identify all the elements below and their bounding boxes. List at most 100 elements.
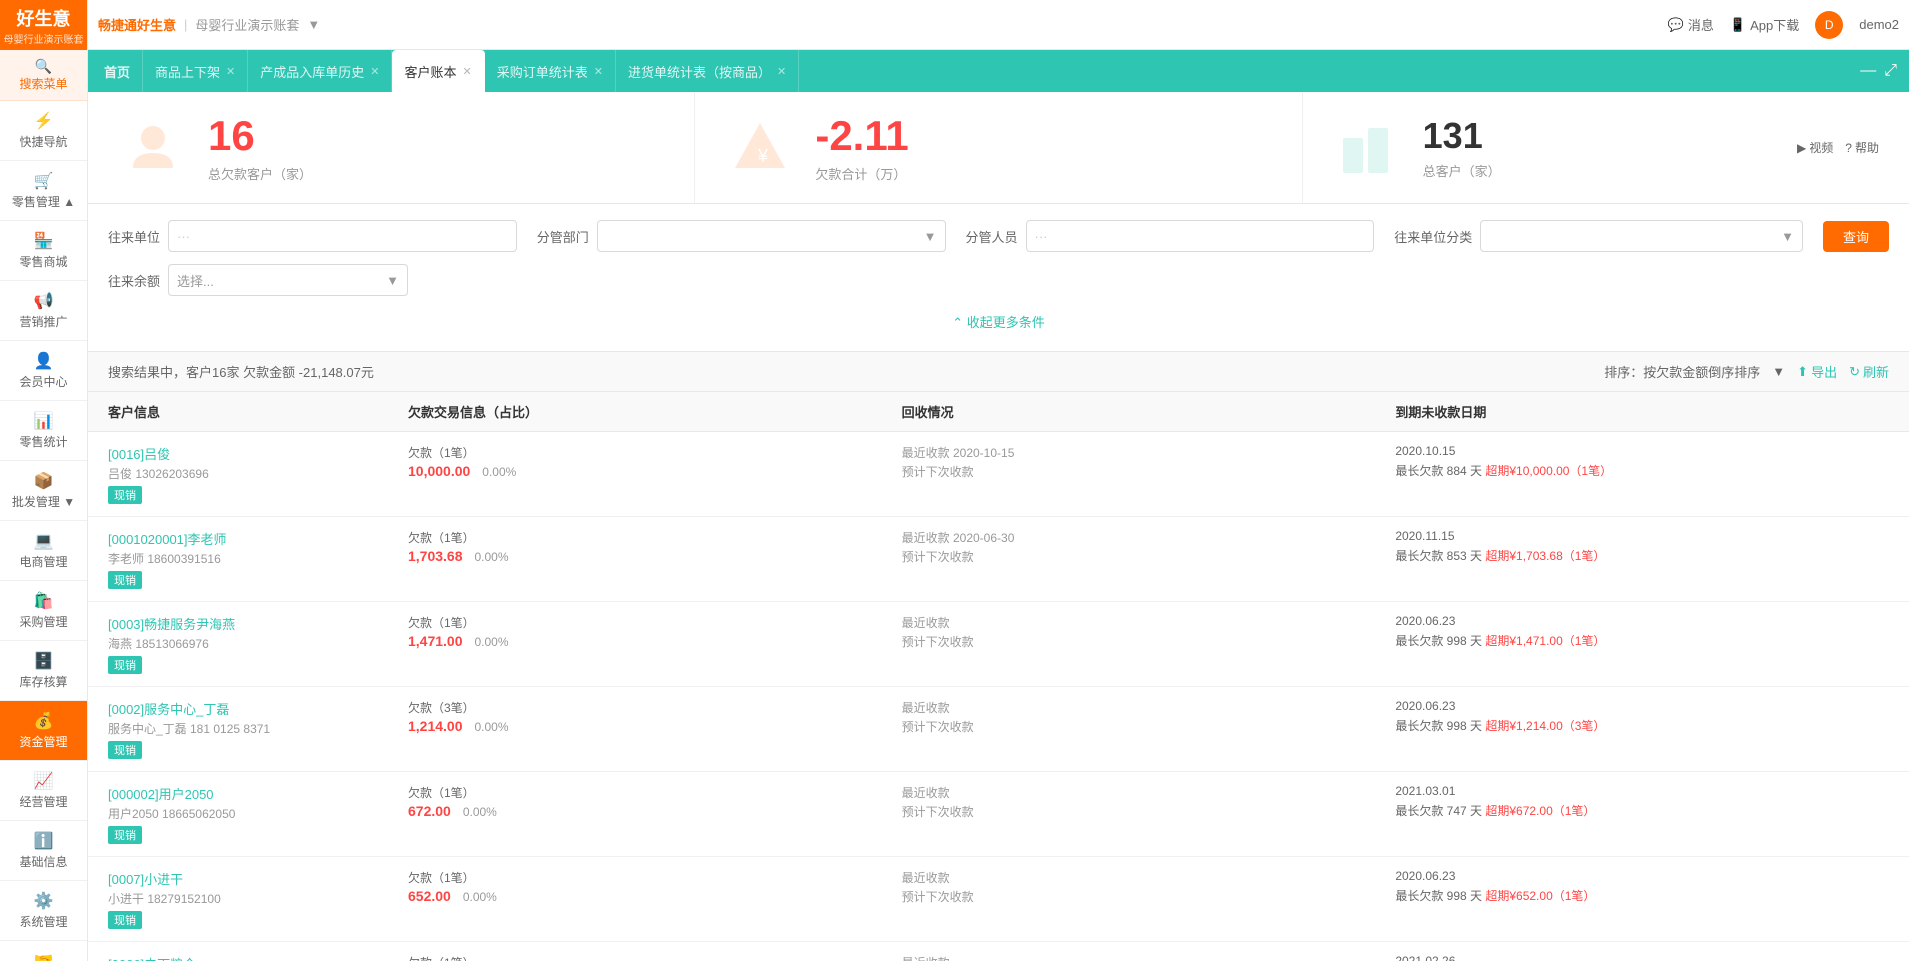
sidebar-item-system[interactable]: ⚙️ 系统管理 (0, 881, 87, 941)
sort-chevron-icon[interactable]: ▼ (1772, 364, 1785, 379)
customer-name-link[interactable]: [0001020001]李老师 (108, 529, 408, 548)
debt-customers-label: 总欠款客户（家） (208, 164, 312, 183)
dots-icon2: ··· (1035, 229, 1048, 244)
tab-production[interactable]: 产成品入库单历史 ✕ (248, 50, 392, 92)
sidebar-item-retail-stats[interactable]: 📊 零售统计 (0, 401, 87, 461)
sidebar-item-marketing[interactable]: 📢 营销推广 (0, 281, 87, 341)
debt-info: 欠款（1笔） 10,000.00 0.00% (408, 444, 902, 479)
overdue-link[interactable]: 超期¥1,214.00（3笔） (1485, 719, 1605, 733)
department-select[interactable]: ▼ (597, 220, 946, 252)
tab-goods[interactable]: 商品上下架 ✕ (143, 50, 248, 92)
recovery-info: 最近收款 预计下次收款 (902, 869, 1396, 905)
filter-department: 分管部门 ▼ (537, 220, 946, 252)
tab-customer[interactable]: 客户账本 ✕ (392, 50, 484, 92)
col-due-date: 到期未收款日期 (1395, 402, 1889, 421)
retail-manage-icon: 🛒 (0, 171, 87, 191)
maximize-btn[interactable]: ⤢ (1884, 62, 1897, 80)
export-btn[interactable]: ⬆ 导出 (1797, 362, 1837, 381)
sidebar-item-members[interactable]: 👤 会员中心 (0, 341, 87, 401)
sort-label: 排序：按欠款金额倒序排序 (1604, 362, 1760, 381)
overdue-days: 最长欠款 853 天 (1395, 549, 1485, 563)
due-date-info: 2020.10.15 最长欠款 884 天 超期¥10,000.00（1笔） (1395, 444, 1889, 479)
sidebar-item-basic-info[interactable]: ℹ️ 基础信息 (0, 821, 87, 881)
main-area: 畅捷通好生意 | 母婴行业演示账套 ▼ 💬 消息 📱 App下载 D demo2 (88, 0, 1909, 961)
tab-customer-close[interactable]: ✕ (463, 65, 472, 78)
due-date: 2021.03.01 (1395, 784, 1889, 798)
sidebar-item-purchase[interactable]: 🛍️ 采购管理 (0, 581, 87, 641)
content-area: 16 总欠款客户（家） ¥ -2.11 欠款合计（万） (88, 92, 1909, 961)
category-select[interactable]: ▼ (1480, 220, 1803, 252)
sidebar-item-batch-manage[interactable]: 📦 批发管理 ▼ (0, 461, 87, 521)
help-btn[interactable]: ? 帮助 (1845, 139, 1879, 156)
balance-select[interactable]: 选择... ▼ (168, 264, 408, 296)
table-row: [0007]小进干 小进干 18279152100 现销 欠款（1笔） 652.… (88, 857, 1909, 942)
stat-card-actions: ▶ 视频 ? 帮助 (1797, 139, 1879, 156)
recovery-next: 预计下次收款 (902, 888, 1396, 905)
result-summary: 搜索结果中，客户16家 欠款金额 -21,148.07元 (108, 362, 374, 381)
overdue-link[interactable]: 超期¥10,000.00（1笔） (1485, 464, 1612, 478)
overdue-info: 最长欠款 998 天 超期¥1,471.00（1笔） (1395, 632, 1889, 649)
debt-count: 欠款（3笔） (408, 699, 902, 716)
message-icon: 💬 (1668, 17, 1684, 33)
purchase-icon: 🛍️ (0, 591, 87, 611)
table-row: [0002]服务中心_丁磊 服务中心_丁磊 181 0125 8371 现销 欠… (88, 687, 1909, 772)
tab-stock-close[interactable]: ✕ (777, 65, 786, 78)
sidebar-item-operations[interactable]: 📈 经营管理 (0, 761, 87, 821)
avatar[interactable]: D (1815, 11, 1843, 39)
members-icon: 👤 (0, 351, 87, 371)
sidebar-item-retail-manage[interactable]: 🛒 零售管理 ▲ (0, 161, 87, 221)
sidebar-item-ecommerce[interactable]: 💻 电商管理 (0, 521, 87, 581)
refresh-btn[interactable]: ↻ 刷新 (1849, 362, 1889, 381)
search-menu[interactable]: 🔍 搜索菜单 (0, 50, 87, 101)
customer-name-link[interactable]: [0016]吕俊 (108, 444, 408, 463)
sidebar-item-enterprise[interactable]: 🤝 企业协同 (0, 941, 87, 961)
debt-percent: 0.00% (463, 890, 497, 904)
customer-unit-input[interactable]: ··· (168, 220, 517, 252)
overdue-link[interactable]: 超期¥1,471.00（1笔） (1485, 634, 1605, 648)
app-download-btn[interactable]: 📱 App下载 (1730, 15, 1799, 34)
tab-purchase[interactable]: 采购订单统计表 ✕ (485, 50, 616, 92)
search-button[interactable]: 查询 (1823, 221, 1889, 252)
tabs-actions: — ⤢ (1852, 62, 1905, 80)
chevron-down-icon: ▼ (924, 229, 937, 244)
recovery-date: 最近收款 2020-06-30 (902, 529, 1396, 546)
table-row: [0016]吕俊 吕俊 13026203696 现销 欠款（1笔） 10,000… (88, 432, 1909, 517)
customer-sub: 小进干 18279152100 (108, 890, 408, 907)
overdue-link[interactable]: 超期¥652.00（1笔） (1485, 889, 1595, 903)
message-btn[interactable]: 💬 消息 (1668, 15, 1714, 34)
operations-icon: 📈 (0, 771, 87, 791)
sidebar-item-finance[interactable]: 💰 资金管理 (0, 701, 87, 761)
tab-production-close[interactable]: ✕ (370, 65, 379, 78)
overdue-link[interactable]: 超期¥1,703.68（1笔） (1485, 549, 1605, 563)
person-input[interactable]: ··· (1026, 220, 1375, 252)
stat-total-customers: 131 总客户（家） ▶ 视频 ? 帮助 (1303, 92, 1909, 203)
sidebar-item-retail-mall[interactable]: 🏪 零售商城 (0, 221, 87, 281)
debt-amount: 672.00 (408, 803, 451, 819)
collapse-filters-row[interactable]: ⌃ 收起更多条件 (108, 308, 1889, 335)
customer-name-link[interactable]: [0007]小进干 (108, 869, 408, 888)
minimize-btn[interactable]: — (1860, 62, 1876, 80)
customer-sub: 海燕 18513066976 (108, 635, 408, 652)
overdue-info: 最长欠款 884 天 超期¥10,000.00（1笔） (1395, 462, 1889, 479)
app-logo: 好生意 母婴行业演示账套 (0, 0, 87, 50)
tab-goods-close[interactable]: ✕ (226, 65, 235, 78)
svg-text:¥: ¥ (757, 146, 769, 166)
expand-icon[interactable]: ▼ (307, 17, 320, 32)
tab-home[interactable]: 首页 (92, 50, 143, 92)
sidebar-item-quick-nav[interactable]: ⚡ 快捷导航 (0, 101, 87, 161)
overdue-days: 最长欠款 884 天 (1395, 464, 1485, 478)
tab-purchase-close[interactable]: ✕ (594, 65, 603, 78)
debt-percent: 0.00% (482, 465, 516, 479)
view-video-btn[interactable]: ▶ 视频 (1797, 139, 1833, 156)
customer-name-link[interactable]: [0006]去下粮仓 (108, 954, 408, 961)
customer-name-link[interactable]: [0003]畅捷服务尹海燕 (108, 614, 408, 633)
sidebar-item-inventory[interactable]: 🗄️ 库存核算 (0, 641, 87, 701)
overdue-days: 最长欠款 998 天 (1395, 634, 1485, 648)
tab-stock[interactable]: 进货单统计表（按商品） ✕ (616, 50, 799, 92)
customer-name-link[interactable]: [0002]服务中心_丁磊 (108, 699, 408, 718)
overdue-link[interactable]: 超期¥672.00（1笔） (1485, 804, 1595, 818)
debt-count: 欠款（1笔） (408, 784, 902, 801)
customer-name-link[interactable]: [000002]用户2050 (108, 784, 408, 803)
batch-manage-icon: 📦 (0, 471, 87, 491)
recovery-next: 预计下次收款 (902, 463, 1396, 480)
